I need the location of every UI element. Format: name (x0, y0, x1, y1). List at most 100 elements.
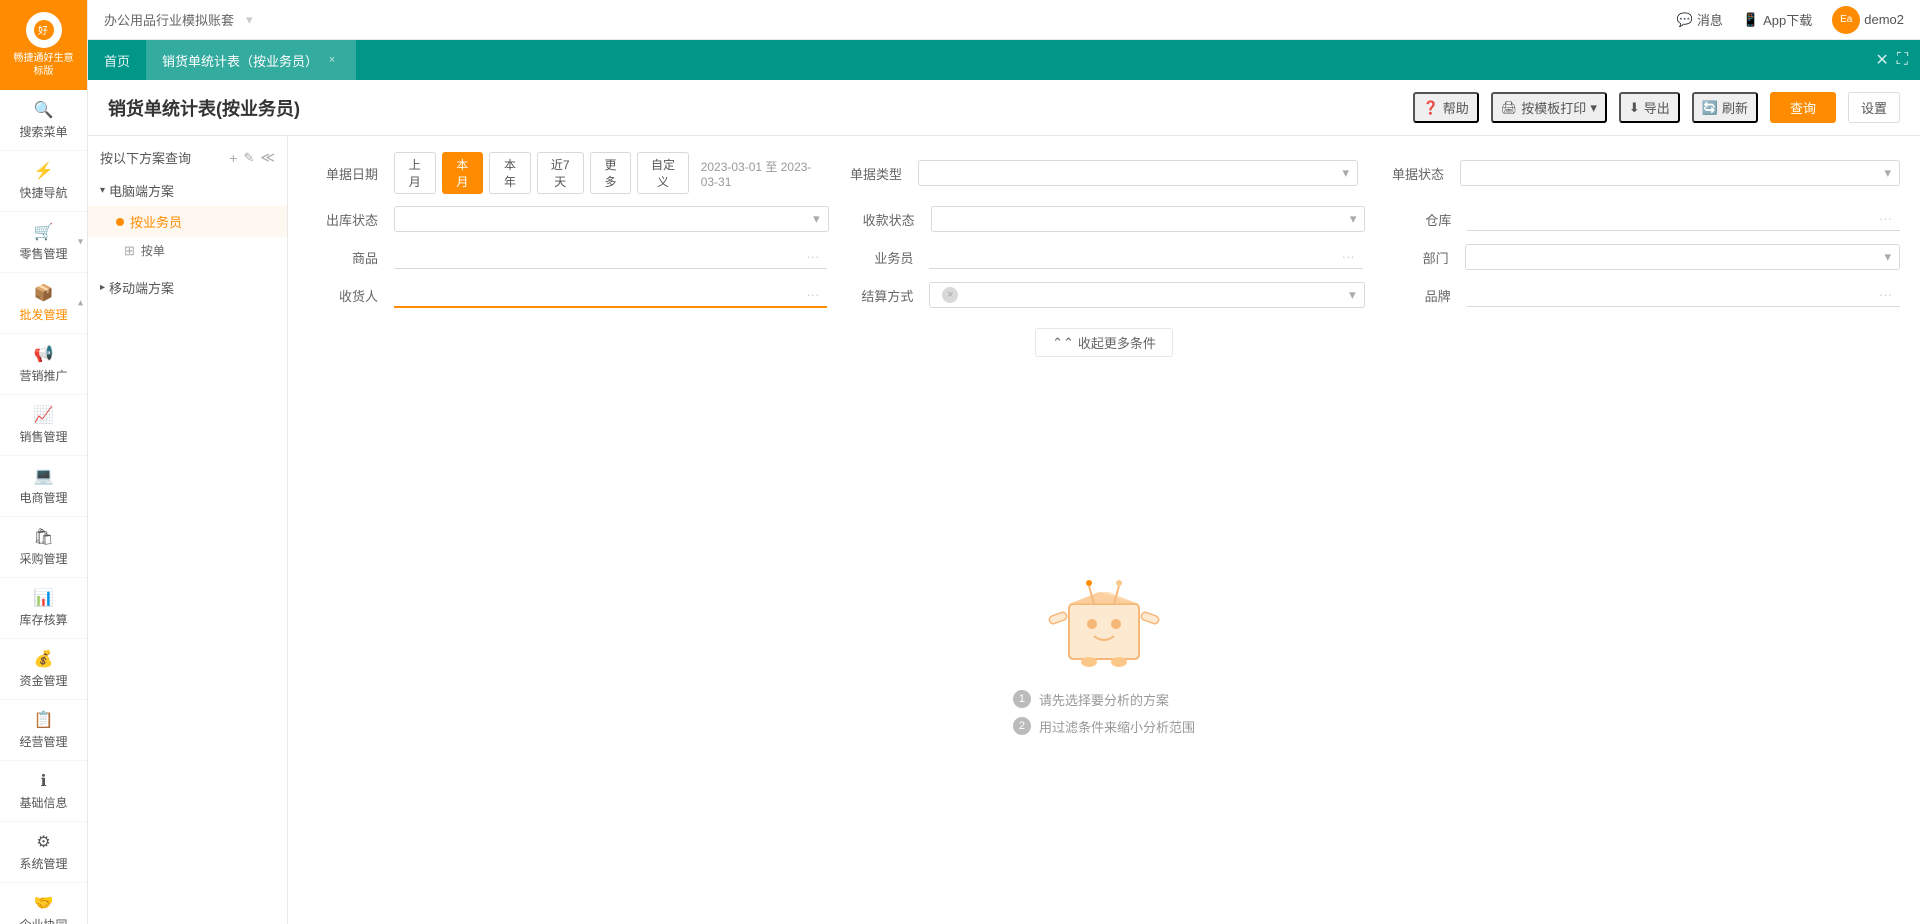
scheme-panel: 按以下方案查询 + ✎ ≪ ▾ 电脑端方案 按业务员 (88, 136, 288, 924)
logo-text: 畅捷通好生意 标版 (14, 52, 74, 78)
query-button[interactable]: 查询 (1770, 92, 1836, 123)
sidebar-item-retail[interactable]: 🛒 零售管理 ▾ (0, 212, 87, 273)
scheme-panel-actions: + ✎ ≪ (229, 149, 275, 166)
receiver-dots[interactable]: ··· (806, 287, 819, 302)
main-body: 按以下方案查询 + ✎ ≪ ▾ 电脑端方案 按业务员 (88, 136, 1920, 924)
sidebar-item-basicinfo[interactable]: ℹ 基础信息 (0, 761, 87, 822)
sidebar-item-purchase[interactable]: 🛍 采购管理 (0, 517, 87, 578)
settings-button[interactable]: 设置 (1848, 92, 1900, 123)
date-filter: 上月 本月 本年 近7天 更多 自定义 2023-03-01 至 2023-03… (394, 152, 816, 194)
department-arrow-icon[interactable]: ▾ (1884, 249, 1891, 265)
message-icon: 💬 (1677, 12, 1693, 28)
date-last7-btn[interactable]: 近7天 (537, 152, 584, 194)
date-custom-btn[interactable]: 自定义 (637, 152, 688, 194)
doc-status-field: ▾ (1460, 160, 1900, 186)
date-this-year-btn[interactable]: 本年 (489, 152, 531, 194)
sidebar-item-system[interactable]: ⚙ 系统管理 (0, 822, 87, 883)
scheme-desktop-section: ▾ 电脑端方案 按业务员 ⊞ 按单 (88, 175, 287, 272)
filter-section: 单据日期 上月 本月 本年 近7天 更多 自定义 2023-03-01 至 20… (288, 136, 1920, 365)
settlement-clear-button[interactable]: × (942, 287, 958, 303)
sidebar-item-enterprise[interactable]: 🤝 企业协同 (0, 883, 87, 924)
warehouse-dots[interactable]: ··· (1879, 211, 1892, 226)
settings-label: 设置 (1861, 98, 1887, 117)
avatar-initials: Ea (1840, 14, 1852, 25)
doc-status-arrow-icon[interactable]: ▾ (1884, 165, 1891, 181)
salesperson-dots[interactable]: ··· (1342, 249, 1355, 264)
scheme-collapse-icon[interactable]: ≪ (260, 149, 275, 166)
refresh-button[interactable]: 🔄 刷新 (1692, 92, 1758, 123)
settlement-arrow-icon[interactable]: ▾ (1349, 287, 1356, 303)
chevron-up-icon: ▴ (78, 298, 83, 309)
salesperson-label: 业务员 (843, 248, 913, 267)
scheme-panel-title: 按以下方案查询 (100, 148, 191, 167)
warehouse-field: ··· (1467, 207, 1900, 231)
receiver-label: 收货人 (308, 286, 378, 305)
inventory-icon: 📊 (34, 588, 54, 608)
doc-type-label: 单据类型 (832, 164, 902, 183)
sidebar-item-wholesale[interactable]: 📦 批发管理 ▴ (0, 273, 87, 334)
goods-dots[interactable]: ··· (806, 249, 819, 264)
sidebar-item-enterprise-label: 企业协同 (19, 916, 67, 924)
sidebar-item-sales[interactable]: 📈 销售管理 (0, 395, 87, 456)
collapse-button[interactable]: ⌃⌃ 收起更多条件 (1035, 328, 1173, 357)
out-status-field: ▾ (394, 206, 829, 232)
brand-dots[interactable]: ··· (1879, 287, 1892, 302)
scheme-salesperson-label: 按业务员 (130, 212, 182, 231)
tab-close-button[interactable]: × (324, 52, 340, 68)
payment-status-arrow-icon[interactable]: ▾ (1350, 211, 1357, 227)
help-button[interactable]: ❓ 帮助 (1413, 92, 1479, 123)
sidebar-item-marketing[interactable]: 📢 营销推广 (0, 334, 87, 395)
tab-window-close-icon[interactable]: ✕ (1875, 50, 1888, 70)
sidebar-item-ecommerce[interactable]: 💻 电商管理 (0, 456, 87, 517)
hint-text-2: 用过滤条件来缩小分析范围 (1039, 717, 1195, 736)
sidebar-item-basicinfo-label: 基础信息 (19, 794, 67, 811)
date-more-btn[interactable]: 更多 (590, 152, 632, 194)
scheme-item-salesperson[interactable]: 按业务员 (88, 206, 287, 237)
brand-label: 品牌 (1381, 286, 1451, 305)
empty-hint-1: 1 请先选择要分析的方案 (1013, 690, 1195, 709)
purchase-icon: 🛍 (33, 527, 53, 547)
scheme-item-byorder[interactable]: ⊞ 按单 (88, 237, 287, 264)
message-button[interactable]: 💬 消息 (1677, 10, 1723, 29)
page-header: 销货单统计表(按业务员) ❓ 帮助 🖨 按模板打印 ▾ ⬇ 导出 🔄 刷新 (88, 80, 1920, 136)
empty-illustration (1044, 554, 1164, 674)
receiver-field: ··· (394, 283, 827, 308)
help-icon: ❓ (1423, 100, 1439, 116)
sidebar-item-search[interactable]: 🔍 搜索菜单 (0, 90, 87, 151)
filter-row-2: 出库状态 ▾ 收款状态 ▾ 仓库 ··· (308, 206, 1900, 232)
date-this-month-btn[interactable]: 本月 (442, 152, 484, 194)
sidebar: 好 畅捷通好生意 标版 🔍 搜索菜单 ⚡ 快捷导航 🛒 零售管理 ▾ 📦 批发管… (0, 0, 88, 924)
date-last-month-btn[interactable]: 上月 (394, 152, 436, 194)
export-button[interactable]: ⬇ 导出 (1619, 92, 1680, 123)
doc-type-arrow-icon[interactable]: ▾ (1342, 165, 1349, 181)
download-icon: 📱 (1743, 12, 1759, 28)
tab-home[interactable]: 首页 (88, 40, 146, 80)
sidebar-item-quicknav[interactable]: ⚡ 快捷导航 (0, 151, 87, 212)
app-download-button[interactable]: 📱 App下载 (1743, 10, 1812, 29)
user-menu[interactable]: Ea demo2 (1832, 6, 1904, 34)
sidebar-item-finance-label: 资金管理 (19, 672, 67, 689)
scheme-add-icon[interactable]: + (229, 150, 237, 166)
top-header: 办公用品行业模拟账套 ▾ 💬 消息 📱 App下载 Ea demo2 (88, 0, 1920, 40)
byorder-icon: ⊞ (124, 243, 135, 259)
out-status-arrow-icon[interactable]: ▾ (813, 211, 820, 227)
scheme-edit-icon[interactable]: ✎ (243, 150, 254, 166)
sidebar-item-finance[interactable]: 💰 资金管理 (0, 639, 87, 700)
print-arrow-icon: ▾ (1590, 100, 1597, 116)
hint-num-1: 1 (1013, 690, 1031, 708)
out-status-label: 出库状态 (308, 210, 378, 229)
scheme-desktop-header[interactable]: ▾ 电脑端方案 (88, 175, 287, 206)
tab-active[interactable]: 销货单统计表（按业务员） × (146, 40, 356, 80)
sidebar-item-inventory[interactable]: 📊 库存核算 (0, 578, 87, 639)
scheme-mobile-label: 移动端方案 (109, 278, 174, 297)
tab-bar-right: ✕ ⛶ (1875, 50, 1920, 70)
print-button[interactable]: 🖨 按模板打印 ▾ (1491, 92, 1607, 123)
sidebar-item-operations[interactable]: 📋 经营管理 (0, 700, 87, 761)
scheme-mobile-header[interactable]: ▸ 移动端方案 (88, 272, 287, 303)
tab-maximize-icon[interactable]: ⛶ (1897, 51, 1908, 69)
tab-bar: 首页 销货单统计表（按业务员） × ✕ ⛶ (88, 40, 1920, 80)
page-header-actions: ❓ 帮助 🖨 按模板打印 ▾ ⬇ 导出 🔄 刷新 查询 (1413, 92, 1900, 123)
settlement-label: 结算方式 (843, 286, 913, 305)
doc-status-label: 单据状态 (1374, 164, 1444, 183)
wholesale-icon: 📦 (34, 283, 54, 303)
